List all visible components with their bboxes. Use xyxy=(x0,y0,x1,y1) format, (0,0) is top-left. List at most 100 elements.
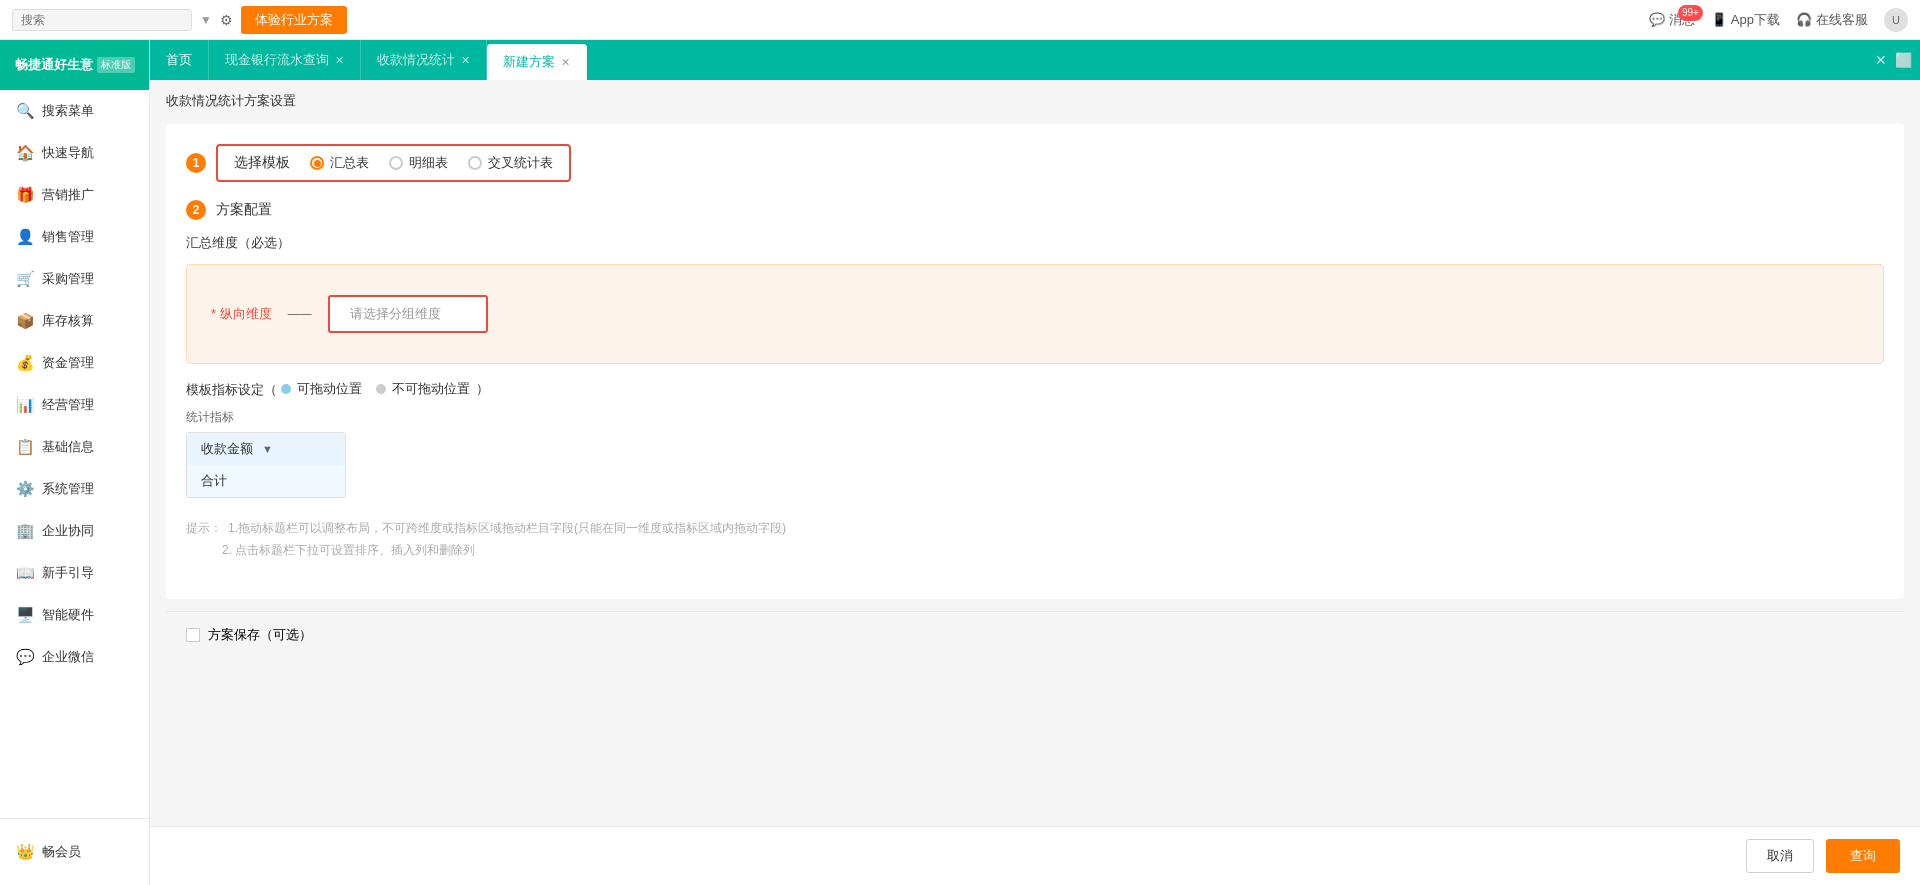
save-label: 方案保存（可选） xyxy=(208,626,312,644)
cancel-button[interactable]: 取消 xyxy=(1746,839,1814,873)
sidebar-item-search-menu[interactable]: 🔍 搜索菜单 xyxy=(0,90,149,132)
sidebar-label: 企业微信 xyxy=(42,648,94,666)
radio-detail-label: 明细表 xyxy=(409,154,448,172)
sidebar-item-capital[interactable]: 💰 资金管理 xyxy=(0,342,149,384)
sidebar-label: 资金管理 xyxy=(42,354,94,372)
sidebar-label: 营销推广 xyxy=(42,186,94,204)
gift-icon: 🎁 xyxy=(16,186,34,204)
sidebar-label: 库存核算 xyxy=(42,312,94,330)
sidebar-label: 销售管理 xyxy=(42,228,94,246)
logo-tag: 标准版 xyxy=(97,57,135,73)
sidebar-label: 畅会员 xyxy=(42,843,81,861)
radio-summary[interactable]: 汇总表 xyxy=(310,154,369,172)
tab-receipt-stats-close-icon[interactable]: ✕ xyxy=(461,54,470,67)
tip-label: 提示： xyxy=(186,518,222,540)
tab-new-plan-close-icon[interactable]: ✕ xyxy=(561,56,570,69)
col-header-text: 收款金额 xyxy=(201,440,253,458)
sidebar-label: 基础信息 xyxy=(42,438,94,456)
tab-bank-flow[interactable]: 现金银行流水查询 ✕ xyxy=(209,40,361,80)
service-btn[interactable]: 🎧 在线客服 xyxy=(1796,11,1868,29)
top-bar-left: ▼ ⚙ 体验行业方案 xyxy=(12,6,1649,34)
tab-maximize-icon[interactable]: ⬜ xyxy=(1895,52,1912,68)
summary-dim-section: 汇总维度（必选） * 纵向维度 —— 请选择分组维度 xyxy=(186,234,1884,561)
summary-dim-label-row: 汇总维度（必选） xyxy=(186,234,1884,252)
save-row: 方案保存（可选） xyxy=(186,626,1884,644)
page-title: 收款情况统计方案设置 xyxy=(166,92,1904,110)
save-checkbox[interactable] xyxy=(186,628,200,642)
sidebar-label: 新手引导 xyxy=(42,564,94,582)
stats-body-cell: 合计 xyxy=(187,465,287,497)
sidebar-item-system[interactable]: ⚙️ 系统管理 xyxy=(0,468,149,510)
radio-summary-label: 汇总表 xyxy=(330,154,369,172)
stats-header-row: 收款金额 ▼ xyxy=(187,433,345,465)
message-btn[interactable]: 💬 消息 99+ xyxy=(1649,11,1695,29)
radio-cross[interactable]: 交叉统计表 xyxy=(468,154,553,172)
tab-new-plan-label: 新建方案 xyxy=(503,53,555,71)
template-selector-box: 选择模板 汇总表 明细表 xyxy=(216,144,571,182)
sidebar-item-beginner[interactable]: 📖 新手引导 xyxy=(0,552,149,594)
tab-bank-flow-close-icon[interactable]: ✕ xyxy=(335,54,344,67)
dimension-selector[interactable]: 请选择分组维度 xyxy=(328,295,488,333)
radio-cross-label: 交叉统计表 xyxy=(488,154,553,172)
dimension-row-label: * 纵向维度 xyxy=(211,305,272,323)
dropdown-arrow-icon[interactable]: ▼ xyxy=(200,13,212,27)
stats-header-cell[interactable]: 收款金额 ▼ xyxy=(187,433,287,465)
settings-gear-icon[interactable]: ⚙ xyxy=(220,12,233,28)
step2-num: 2 xyxy=(186,200,206,220)
clipboard-icon: 📋 xyxy=(16,438,34,456)
money-icon: 💰 xyxy=(16,354,34,372)
tab-new-plan[interactable]: 新建方案 ✕ xyxy=(487,44,587,80)
sidebar-item-management[interactable]: 📊 经营管理 xyxy=(0,384,149,426)
sidebar: 畅捷通好生意 标准版 🔍 搜索菜单 🏠 快速导航 🎁 营销推广 👤 销售管理 🛒… xyxy=(0,40,150,885)
sidebar-item-marketing[interactable]: 🎁 营销推广 xyxy=(0,174,149,216)
crown-icon: 👑 xyxy=(16,843,34,861)
save-section: 方案保存（可选） xyxy=(166,611,1904,658)
tip-text-1: 2. 点击标题栏下拉可设置排序、插入列和删除列 xyxy=(222,540,475,562)
sidebar-item-basic-info[interactable]: 📋 基础信息 xyxy=(0,426,149,468)
radio-summary-circle xyxy=(310,156,324,170)
tab-bar: 首页 现金银行流水查询 ✕ 收款情况统计 ✕ 新建方案 ✕ ✕ ⬜ xyxy=(150,40,1920,80)
sidebar-label: 搜索菜单 xyxy=(42,102,94,120)
tab-receipt-stats[interactable]: 收款情况统计 ✕ xyxy=(361,40,487,80)
sidebar-label: 智能硬件 xyxy=(42,606,94,624)
tip-text-0: 1.拖动标题栏可以调整布局，不可跨维度或指标区域拖动栏目字段(只能在同一维度或指… xyxy=(228,518,786,540)
sidebar-item-purchase[interactable]: 🛒 采购管理 xyxy=(0,258,149,300)
query-button[interactable]: 查询 xyxy=(1826,839,1900,873)
sidebar-label: 企业协同 xyxy=(42,522,94,540)
tips-section: 提示： 1.拖动标题栏可以调整布局，不可跨维度或指标区域拖动栏目字段(只能在同一… xyxy=(186,518,1884,561)
tab-close-all-icon[interactable]: ✕ xyxy=(1875,52,1887,68)
step1-section: 1 选择模板 汇总表 明细 xyxy=(186,144,1884,182)
top-search-input[interactable] xyxy=(12,9,192,31)
sidebar-item-corp-collab[interactable]: 🏢 企业协同 xyxy=(0,510,149,552)
metrics-header: 模板指标设定（ 可拖动位置 不可拖动位置 ） xyxy=(186,380,1884,399)
user-avatar[interactable]: U xyxy=(1884,8,1908,32)
wechat-icon: 💬 xyxy=(16,648,34,666)
tab-home[interactable]: 首页 xyxy=(150,40,209,80)
bottom-bar: 取消 查询 xyxy=(150,826,1920,885)
box-icon: 📦 xyxy=(16,312,34,330)
tab-home-label: 首页 xyxy=(166,51,192,69)
sidebar-item-smart-hw[interactable]: 🖥️ 智能硬件 xyxy=(0,594,149,636)
sidebar-item-sales[interactable]: 👤 销售管理 xyxy=(0,216,149,258)
step2-title: 方案配置 xyxy=(216,201,272,219)
col-dropdown-icon[interactable]: ▼ xyxy=(262,443,273,455)
sidebar-item-vip[interactable]: 👑 畅会员 xyxy=(0,831,149,873)
system-icon: ⚙️ xyxy=(16,480,34,498)
book-icon: 📖 xyxy=(16,564,34,582)
message-badge: 99+ xyxy=(1678,5,1703,21)
sidebar-item-quick-nav[interactable]: 🏠 快速导航 xyxy=(0,132,149,174)
tab-bank-flow-label: 现金银行流水查询 xyxy=(225,51,329,69)
industry-btn[interactable]: 体验行业方案 xyxy=(241,6,347,34)
radio-detail[interactable]: 明细表 xyxy=(389,154,448,172)
fixed-legend-dot xyxy=(376,384,386,394)
cart-icon: 🛒 xyxy=(16,270,34,288)
sidebar-item-corp-wechat[interactable]: 💬 企业微信 xyxy=(0,636,149,678)
sidebar-item-inventory[interactable]: 📦 库存核算 xyxy=(0,300,149,342)
main-layout: 畅捷通好生意 标准版 🔍 搜索菜单 🏠 快速导航 🎁 营销推广 👤 销售管理 🛒… xyxy=(0,40,1920,885)
sidebar-label: 快速导航 xyxy=(42,144,94,162)
step1-num: 1 xyxy=(186,153,206,173)
download-btn[interactable]: 📱 App下载 xyxy=(1711,11,1780,29)
dimension-row: * 纵向维度 —— 请选择分组维度 xyxy=(211,295,488,333)
step2-header: 2 方案配置 xyxy=(186,200,1884,220)
sidebar-label: 系统管理 xyxy=(42,480,94,498)
